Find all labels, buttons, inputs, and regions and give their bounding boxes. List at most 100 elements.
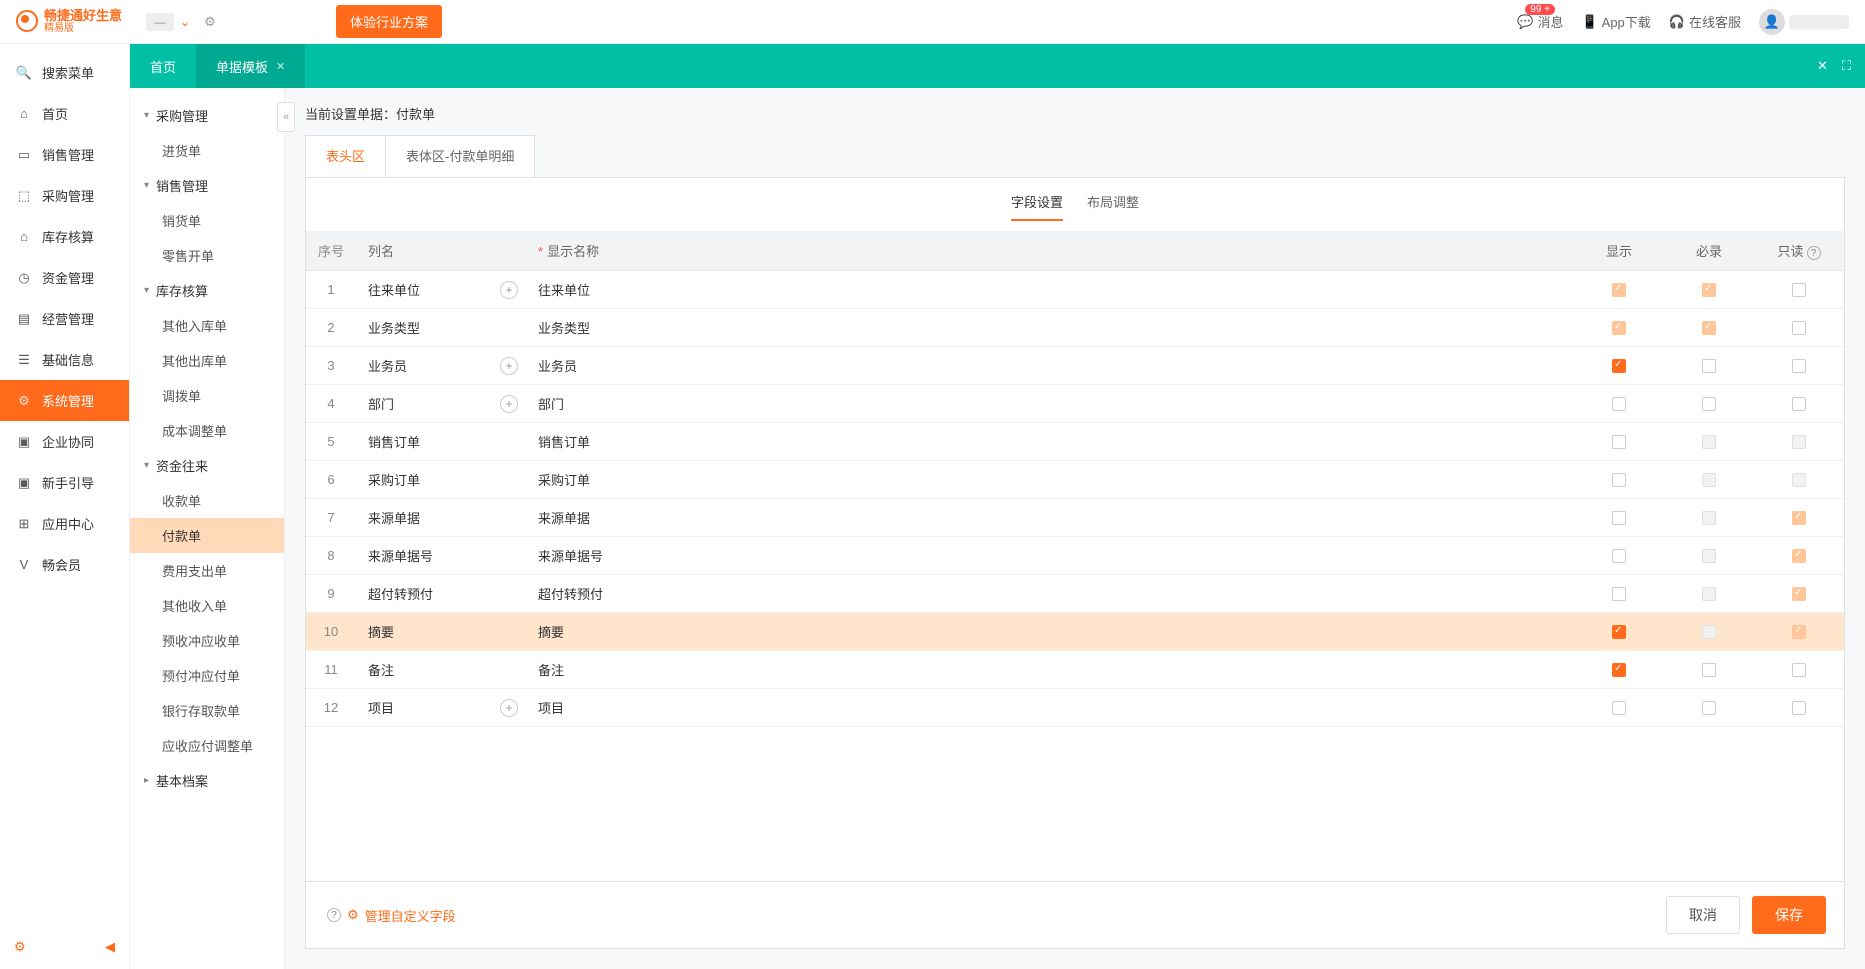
- cell-display[interactable]: 超付转预付: [526, 575, 1574, 613]
- tree-leaf[interactable]: 预收冲应收单: [130, 623, 284, 658]
- checkbox[interactable]: [1792, 397, 1806, 411]
- collapse-tree-icon[interactable]: «: [277, 102, 295, 132]
- menu-search[interactable]: 🔍搜索菜单: [0, 52, 129, 93]
- table-row[interactable]: 5销售订单销售订单: [306, 423, 1844, 461]
- tree-leaf[interactable]: 调拨单: [130, 378, 284, 413]
- zone-tab[interactable]: 表体区-付款单明细: [386, 135, 535, 177]
- cell-display[interactable]: 采购订单: [526, 461, 1574, 499]
- plus-icon[interactable]: +: [500, 357, 518, 375]
- table-row[interactable]: 10摘要摘要: [306, 613, 1844, 651]
- checkbox[interactable]: [1612, 435, 1626, 449]
- menu-vip[interactable]: V畅会员: [0, 544, 129, 585]
- tree-leaf[interactable]: 应收应付调整单: [130, 728, 284, 763]
- tree-leaf[interactable]: 其他入库单: [130, 308, 284, 343]
- tab-单据模板[interactable]: 单据模板✕: [196, 44, 305, 88]
- app-download-link[interactable]: 📱 App下载: [1581, 12, 1650, 31]
- menu-purchase[interactable]: ⬚采购管理: [0, 175, 129, 216]
- checkbox[interactable]: [1612, 663, 1626, 677]
- checkbox[interactable]: [1612, 587, 1626, 601]
- cell-display[interactable]: 往来单位: [526, 271, 1574, 309]
- checkbox[interactable]: [1792, 663, 1806, 677]
- tab-首页[interactable]: 首页: [130, 44, 196, 88]
- view-tab[interactable]: 布局调整: [1087, 192, 1139, 221]
- cell-display[interactable]: 业务员: [526, 347, 1574, 385]
- tree-leaf[interactable]: 成本调整单: [130, 413, 284, 448]
- gear-icon[interactable]: ⚙: [204, 14, 216, 30]
- tree-group[interactable]: ▾库存核算: [130, 273, 284, 308]
- menu-home[interactable]: ⌂首页: [0, 93, 129, 134]
- cancel-button[interactable]: 取消: [1666, 896, 1740, 934]
- menu-guide[interactable]: ▣新手引导: [0, 462, 129, 503]
- checkbox[interactable]: [1612, 625, 1626, 639]
- save-button[interactable]: 保存: [1752, 896, 1826, 934]
- checkbox[interactable]: [1612, 511, 1626, 525]
- table-row[interactable]: 7来源单据来源单据: [306, 499, 1844, 537]
- tree-leaf[interactable]: 其他收入单: [130, 588, 284, 623]
- checkbox[interactable]: [1792, 283, 1806, 297]
- tree-leaf[interactable]: 零售开单: [130, 238, 284, 273]
- checkbox[interactable]: [1702, 701, 1716, 715]
- table-row[interactable]: 11备注备注: [306, 651, 1844, 689]
- menu-operation[interactable]: ▤经营管理: [0, 298, 129, 339]
- help-icon[interactable]: ?: [327, 908, 341, 922]
- table-row[interactable]: 3业务员+业务员: [306, 347, 1844, 385]
- table-row[interactable]: 4部门+部门: [306, 385, 1844, 423]
- tree-group[interactable]: ▾资金往来: [130, 448, 284, 483]
- cell-display[interactable]: 来源单据号: [526, 537, 1574, 575]
- tree-leaf[interactable]: 其他出库单: [130, 343, 284, 378]
- table-row[interactable]: 9超付转预付超付转预付: [306, 575, 1844, 613]
- cell-display[interactable]: 部门: [526, 385, 1574, 423]
- checkbox[interactable]: [1612, 549, 1626, 563]
- cell-display[interactable]: 业务类型: [526, 309, 1574, 347]
- table-row[interactable]: 2业务类型业务类型: [306, 309, 1844, 347]
- tree-leaf[interactable]: 收款单: [130, 483, 284, 518]
- menu-finance[interactable]: ◷资金管理: [0, 257, 129, 298]
- settings-icon[interactable]: ⚙: [14, 939, 26, 955]
- checkbox[interactable]: [1612, 359, 1626, 373]
- table-row[interactable]: 1往来单位+往来单位: [306, 271, 1844, 309]
- plus-icon[interactable]: +: [500, 699, 518, 717]
- org-selector[interactable]: — ⌄ ⚙: [146, 13, 326, 31]
- checkbox[interactable]: [1612, 701, 1626, 715]
- checkbox[interactable]: [1792, 359, 1806, 373]
- checkbox[interactable]: [1612, 473, 1626, 487]
- close-all-tabs-icon[interactable]: ✕: [1817, 58, 1828, 74]
- messages-link[interactable]: 💬 消息 99 +: [1517, 12, 1563, 31]
- online-service-link[interactable]: 🎧 在线客服: [1669, 12, 1741, 31]
- zone-tab[interactable]: 表头区: [305, 135, 386, 177]
- collapse-sidebar-icon[interactable]: ◀: [105, 939, 115, 955]
- menu-inventory[interactable]: ⌂库存核算: [0, 216, 129, 257]
- try-industry-button[interactable]: 体验行业方案: [336, 5, 442, 38]
- tree-group[interactable]: ▸基本档案: [130, 763, 284, 798]
- tree-group[interactable]: ▾采购管理: [130, 98, 284, 133]
- cell-display[interactable]: 项目: [526, 689, 1574, 727]
- menu-collab[interactable]: ▣企业协同: [0, 421, 129, 462]
- table-row[interactable]: 6采购订单采购订单: [306, 461, 1844, 499]
- cell-display[interactable]: 摘要: [526, 613, 1574, 651]
- cell-display[interactable]: 备注: [526, 651, 1574, 689]
- table-row[interactable]: 12项目+项目: [306, 689, 1844, 727]
- user-menu[interactable]: 👤: [1759, 9, 1849, 35]
- menu-apps[interactable]: ⊞应用中心: [0, 503, 129, 544]
- plus-icon[interactable]: +: [500, 281, 518, 299]
- tree-group[interactable]: ▾销售管理: [130, 168, 284, 203]
- tree-leaf[interactable]: 预付冲应付单: [130, 658, 284, 693]
- fullscreen-icon[interactable]: ⛶: [1842, 58, 1851, 74]
- checkbox[interactable]: [1702, 397, 1716, 411]
- table-row[interactable]: 8来源单据号来源单据号: [306, 537, 1844, 575]
- tree-leaf[interactable]: 费用支出单: [130, 553, 284, 588]
- tree-leaf[interactable]: 付款单: [130, 518, 284, 553]
- tree-leaf[interactable]: 进货单: [130, 133, 284, 168]
- cell-display[interactable]: 销售订单: [526, 423, 1574, 461]
- checkbox[interactable]: [1792, 321, 1806, 335]
- menu-system[interactable]: ⚙系统管理: [0, 380, 129, 421]
- checkbox[interactable]: [1702, 359, 1716, 373]
- tree-leaf[interactable]: 银行存取款单: [130, 693, 284, 728]
- manage-custom-fields-link[interactable]: 管理自定义字段: [365, 906, 456, 925]
- tree-leaf[interactable]: 销货单: [130, 203, 284, 238]
- view-tab[interactable]: 字段设置: [1011, 192, 1063, 221]
- cell-display[interactable]: 来源单据: [526, 499, 1574, 537]
- checkbox[interactable]: [1792, 701, 1806, 715]
- close-icon[interactable]: ✕: [276, 60, 285, 73]
- menu-sales[interactable]: ▭销售管理: [0, 134, 129, 175]
